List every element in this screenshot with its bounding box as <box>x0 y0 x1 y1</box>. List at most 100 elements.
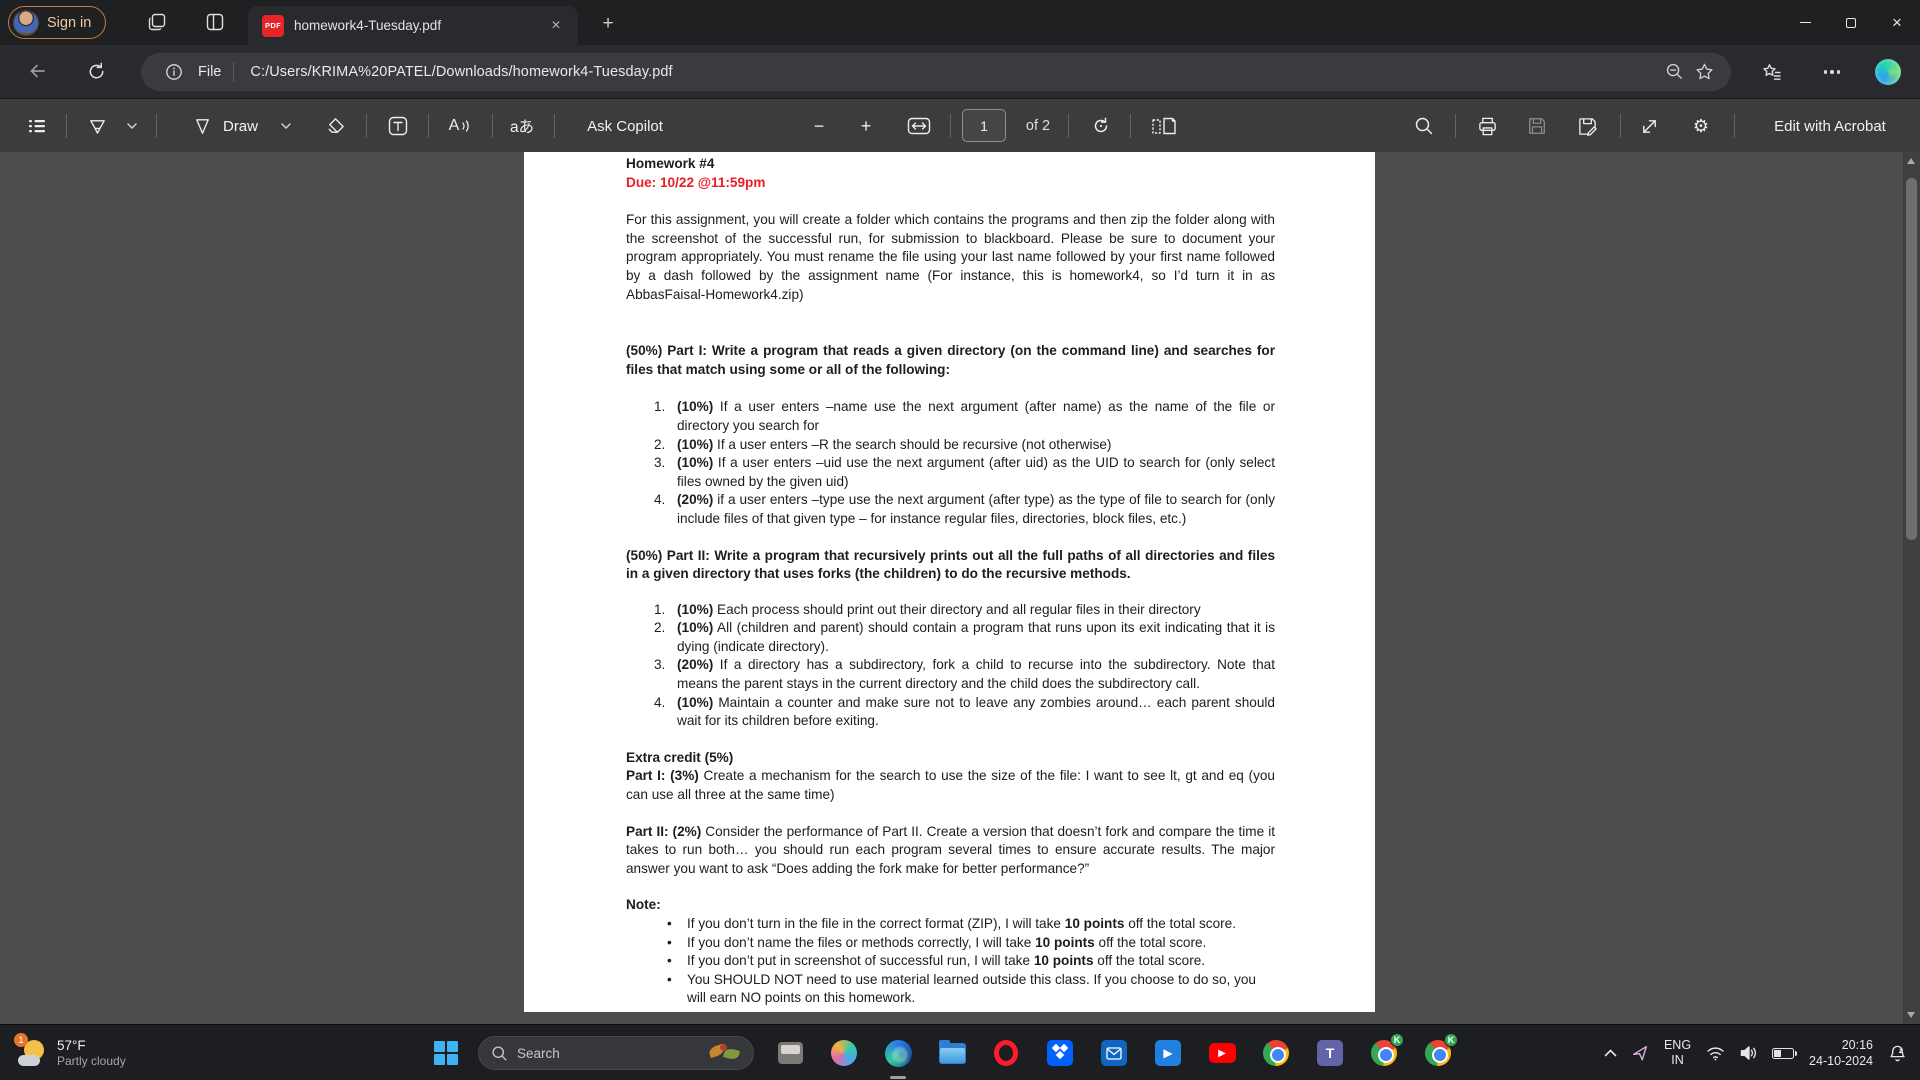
tab-actions-icon[interactable] <box>198 5 232 39</box>
add-text-icon[interactable] <box>380 110 416 142</box>
doc-due-date: Due: 10/22 @11:59pm <box>626 174 1275 193</box>
tray-chevron-up-icon[interactable] <box>1597 1033 1624 1073</box>
taskbar-app-window-icon[interactable] <box>768 1031 812 1075</box>
doc-note-heading: Note: <box>626 896 1275 915</box>
minimize-icon <box>1800 22 1811 24</box>
translate-icon[interactable]: aあ <box>500 110 544 142</box>
zoom-out-icon[interactable]: − <box>802 110 836 142</box>
edit-with-acrobat-button[interactable]: Edit with Acrobat <box>1752 110 1908 142</box>
browser-menu-icon[interactable] <box>1816 56 1848 88</box>
back-icon[interactable] <box>22 55 54 87</box>
taskbar: 1 57°F Partly cloudy Search <box>0 1024 1920 1080</box>
doc-note-bullets: •If you don’t turn in the file in the co… <box>626 915 1275 1008</box>
scroll-down-icon[interactable] <box>1907 1012 1915 1018</box>
note-bullet: •If you don’t name the files or methods … <box>626 934 1275 953</box>
doc-extra-heading: Extra credit (5%) <box>626 749 1275 768</box>
toolbar-divider <box>366 114 367 138</box>
volume-icon[interactable] <box>1732 1033 1765 1073</box>
refresh-icon[interactable] <box>80 55 112 87</box>
window-controls: × <box>1782 0 1920 45</box>
taskbar-clock[interactable]: 20:16 24-10-2024 <box>1801 1037 1881 1069</box>
save-as-icon[interactable] <box>1568 110 1606 142</box>
doc-part1-list: 1.(10%) If a user enters –name use the n… <box>626 398 1275 528</box>
doc-extra-part1: Part I: (3%) Create a mechanism for the … <box>626 767 1275 804</box>
window-close-button[interactable]: × <box>1874 0 1920 45</box>
print-icon[interactable] <box>1468 110 1506 142</box>
scroll-up-icon[interactable] <box>1907 158 1915 164</box>
favorite-star-icon[interactable] <box>1689 57 1719 87</box>
taskbar-dropbox-icon[interactable] <box>1038 1031 1082 1075</box>
taskbar-chrome-profile-k2-icon[interactable]: K <box>1416 1031 1460 1075</box>
wifi-icon[interactable] <box>1699 1033 1732 1073</box>
page-number-input[interactable] <box>962 109 1006 142</box>
tab-homework4-pdf[interactable]: PDF homework4-Tuesday.pdf × <box>248 6 578 45</box>
copilot-icon[interactable] <box>1872 56 1904 88</box>
taskbar-opera-icon[interactable] <box>984 1031 1028 1075</box>
settings-gear-icon[interactable]: ⚙ <box>1682 110 1720 142</box>
location-arrow-icon[interactable] <box>1624 1033 1656 1073</box>
doc-part2-list: 1.(10%) Each process should print out th… <box>626 601 1275 731</box>
ask-copilot-label: Ask Copilot <box>587 118 663 135</box>
notification-bell-icon[interactable] <box>1881 1033 1914 1073</box>
maximize-icon <box>1846 18 1856 28</box>
taskbar-teams-icon[interactable]: T <box>1308 1031 1352 1075</box>
pdf-viewer: Homework #4 Due: 10/22 @11:59pm For this… <box>0 152 1920 1024</box>
pdf-file-icon: PDF <box>262 15 284 37</box>
toolbar-divider <box>554 114 555 138</box>
list-item: 1.(10%) Each process should print out th… <box>626 601 1275 620</box>
expand-icon[interactable] <box>1630 110 1668 142</box>
taskbar-copilot-icon[interactable] <box>822 1031 866 1075</box>
eraser-icon[interactable] <box>318 110 352 142</box>
draw-chevron-icon[interactable] <box>272 110 300 142</box>
tab-close-icon[interactable]: × <box>544 14 568 38</box>
highlighter-chevron-icon[interactable] <box>118 110 146 142</box>
taskbar-file-explorer-icon[interactable] <box>930 1031 974 1075</box>
table-of-contents-icon[interactable] <box>20 110 54 142</box>
page-count-label: of 2 <box>1016 110 1060 142</box>
address-bar-row: File C:/Users/KRIMA%20PATEL/Downloads/ho… <box>0 45 1920 98</box>
new-tab-button[interactable]: + <box>594 10 622 38</box>
screen: Sign in PDF homework4-Tuesday.pdf × + × <box>0 0 1920 1080</box>
search-placeholder: Search <box>517 1046 705 1061</box>
weather-condition: Partly cloudy <box>57 1054 126 1069</box>
taskbar-search-input[interactable]: Search <box>478 1036 754 1070</box>
window-minimize-button[interactable] <box>1782 0 1828 45</box>
search-icon <box>491 1045 508 1062</box>
address-bar[interactable]: File C:/Users/KRIMA%20PATEL/Downloads/ho… <box>141 53 1731 91</box>
taskbar-chrome-icon[interactable] <box>1254 1031 1298 1075</box>
search-document-icon[interactable] <box>1406 110 1442 142</box>
list-item: 1.(10%) If a user enters –name use the n… <box>626 398 1275 435</box>
toolbar-divider <box>950 114 951 138</box>
weather-widget[interactable]: 1 57°F Partly cloudy <box>10 1031 134 1075</box>
window-maximize-button[interactable] <box>1828 0 1874 45</box>
doc-title: Homework #4 <box>626 155 1275 174</box>
rotate-icon[interactable] <box>1082 110 1120 142</box>
battery-icon[interactable] <box>1765 1033 1801 1073</box>
page-view-icon[interactable] <box>1142 110 1186 142</box>
start-button[interactable] <box>424 1031 468 1075</box>
ask-copilot-button[interactable]: Ask Copilot <box>570 110 680 142</box>
workspaces-icon[interactable] <box>140 5 174 39</box>
favorites-list-icon[interactable] <box>1756 56 1788 88</box>
draw-button[interactable]: Draw <box>170 110 280 142</box>
address-scheme-label: File <box>198 64 221 80</box>
list-item: 2.(10%) All (children and parent) should… <box>626 619 1275 656</box>
taskbar-edge-icon[interactable] <box>876 1031 920 1075</box>
fit-to-width-icon[interactable] <box>900 110 938 142</box>
highlighter-icon[interactable] <box>80 110 114 142</box>
language-indicator[interactable]: ENGIN <box>1656 1038 1699 1068</box>
taskbar-outlook-icon[interactable] <box>1092 1031 1136 1075</box>
toolbar-divider <box>1068 114 1069 138</box>
taskbar-chrome-profile-k-icon[interactable]: K <box>1362 1031 1406 1075</box>
taskbar-youtube-icon[interactable]: ▶ <box>1200 1031 1244 1075</box>
vertical-scrollbar[interactable] <box>1903 152 1920 1024</box>
sign-in-button[interactable]: Sign in <box>8 6 106 39</box>
page-info-icon[interactable] <box>159 57 189 87</box>
zoom-out-page-icon[interactable] <box>1659 57 1689 87</box>
draw-pen-icon <box>192 116 213 137</box>
address-url-text[interactable]: C:/Users/KRIMA%20PATEL/Downloads/homewor… <box>250 64 1659 80</box>
taskbar-media-player-icon[interactable]: ▶ <box>1146 1031 1190 1075</box>
read-aloud-icon[interactable]: A <box>440 110 480 142</box>
scrollbar-thumb[interactable] <box>1906 178 1917 540</box>
zoom-in-icon[interactable]: + <box>849 110 883 142</box>
